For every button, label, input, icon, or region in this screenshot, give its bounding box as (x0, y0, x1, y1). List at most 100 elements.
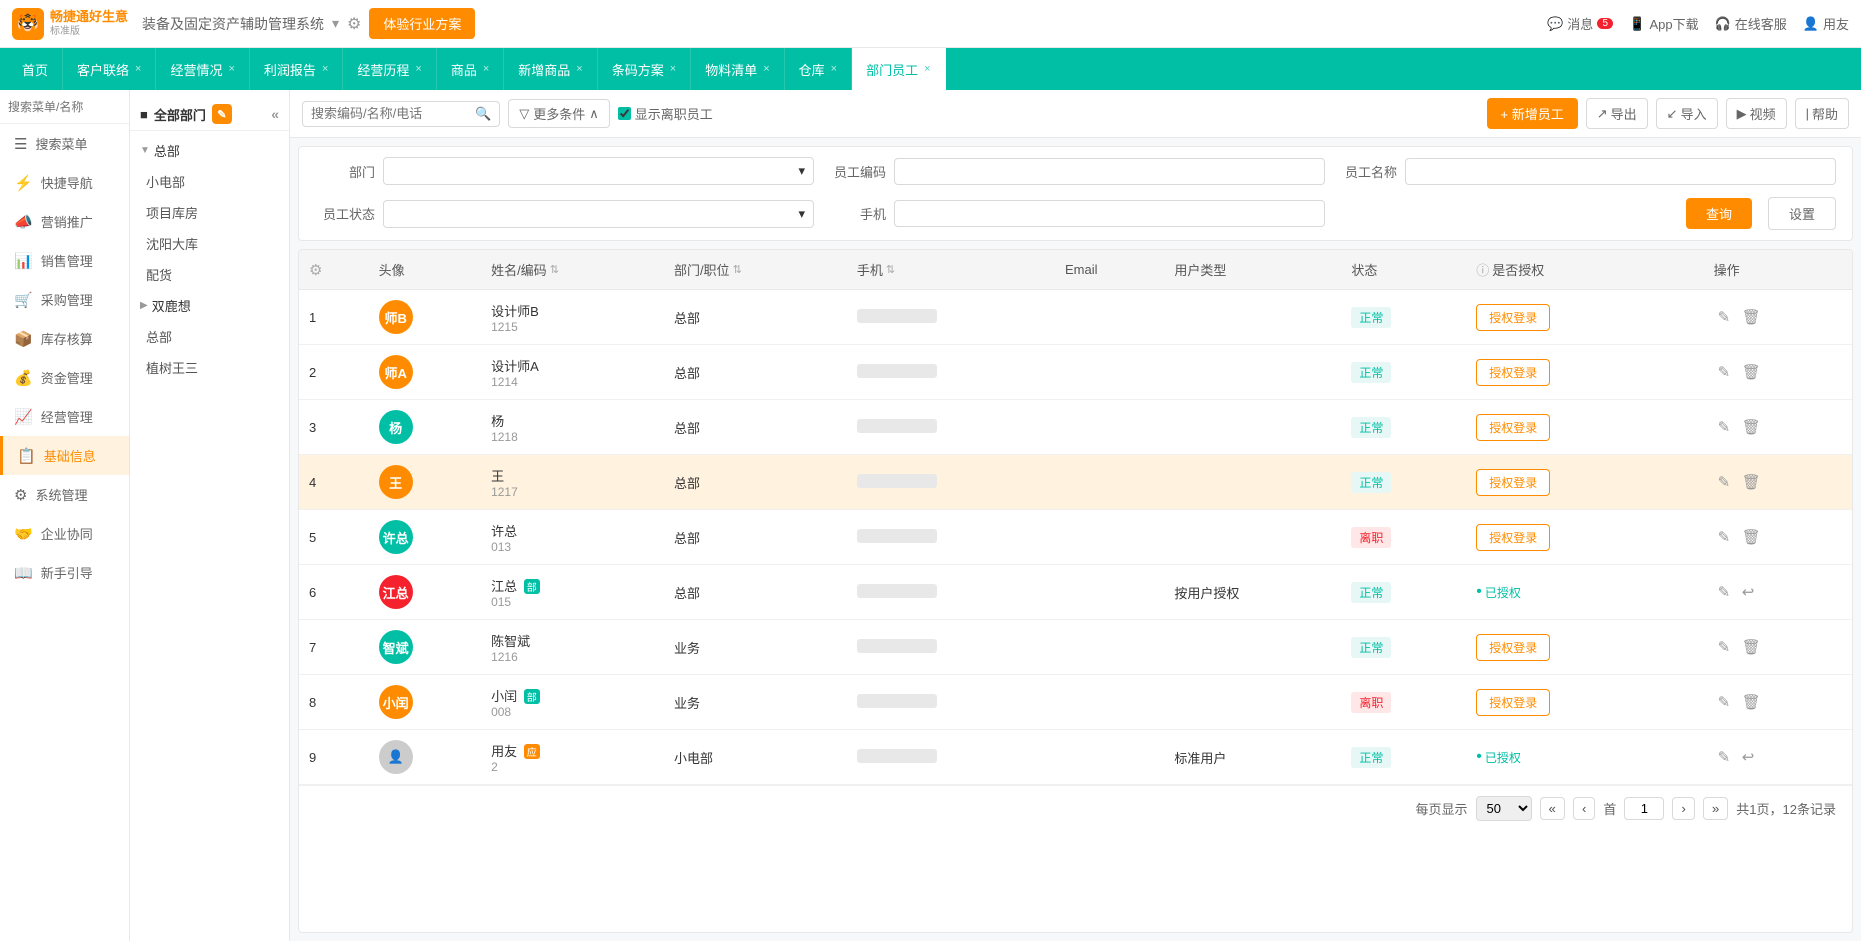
search-submit-icon[interactable]: 🔍 (475, 106, 491, 122)
sidebar-search-input[interactable] (8, 100, 130, 114)
edit-btn[interactable]: ✎ (1714, 362, 1735, 383)
export-button[interactable]: ↗ 导出 (1586, 98, 1648, 129)
nav-tab-goods[interactable]: 商品 × (437, 48, 504, 90)
auth-login-btn[interactable]: 授权登录 (1476, 469, 1550, 496)
edit-btn[interactable]: ✎ (1714, 747, 1735, 768)
auth-login-btn[interactable]: 授权登录 (1476, 634, 1550, 661)
nav-tab-home[interactable]: 首页 (8, 48, 63, 90)
gear-icon[interactable]: ⚙ (347, 14, 361, 34)
show-resigned-checkbox[interactable] (618, 107, 631, 120)
add-employee-button[interactable]: + 新增员工 (1487, 98, 1578, 129)
import-button[interactable]: ↙ 导入 (1656, 98, 1718, 129)
filter-dept-select[interactable]: ▾ (383, 157, 814, 185)
delete-btn[interactable]: 🗑 (1738, 637, 1765, 658)
delete-btn[interactable]: 🗑 (1738, 307, 1765, 328)
next-page-btn[interactable]: › (1672, 797, 1694, 820)
auth-login-btn[interactable]: 授权登录 (1476, 304, 1550, 331)
sidebar-item-basic[interactable]: 📋 基础信息 (0, 436, 129, 475)
message-action[interactable]: 💬 消息 5 (1547, 14, 1613, 33)
edit-btn[interactable]: ✎ (1714, 527, 1735, 548)
search-input[interactable] (311, 106, 471, 121)
auth-login-btn[interactable]: 授权登录 (1476, 359, 1550, 386)
sidebar-item-system[interactable]: ⚙ 系统管理 (0, 475, 129, 514)
delete-btn[interactable]: 🗑 (1738, 362, 1765, 383)
auth-login-btn[interactable]: 授权登录 (1476, 689, 1550, 716)
avatar: 江总 (379, 575, 413, 609)
nav-tab-customer[interactable]: 客户联络 × (63, 48, 156, 90)
video-button[interactable]: ▶ 视频 (1726, 98, 1787, 129)
sidebar-item-search[interactable]: ☰ 搜索菜单 (0, 124, 129, 163)
nav-tab-barcode[interactable]: 条码方案 × (598, 48, 691, 90)
nav-tab-new-goods[interactable]: 新增商品 × (504, 48, 597, 90)
dept-group-双鹿想[interactable]: ▶ 双鹿想 (130, 290, 289, 321)
first-page-btn[interactable]: « (1540, 797, 1565, 820)
sidebar-item-shortcut[interactable]: ⚡ 快捷导航 (0, 163, 129, 202)
filter-code-input[interactable] (894, 158, 1325, 185)
edit-btn[interactable]: ✎ (1714, 417, 1735, 438)
online-service-action[interactable]: 🎧 在线客服 (1715, 14, 1787, 33)
sidebar-item-sales[interactable]: 📊 销售管理 (0, 241, 129, 280)
row-avatar: 许总 (369, 510, 481, 565)
delete-btn[interactable]: 🗑 (1738, 472, 1765, 493)
filter-status-select[interactable]: ▾ (383, 200, 814, 228)
dropdown-icon[interactable]: ▾ (332, 15, 339, 32)
sort-phone-icon[interactable]: ⇅ (886, 263, 895, 276)
dept-group-总部[interactable]: ▼ 总部 (130, 135, 289, 166)
app-download-action[interactable]: 📱 App下载 (1629, 14, 1698, 33)
sidebar-item-mgmt[interactable]: 📈 经营管理 (0, 397, 129, 436)
sidebar-item-collab[interactable]: 🤝 企业协同 (0, 514, 129, 553)
nav-tab-bom[interactable]: 物料清单 × (691, 48, 784, 90)
prev-page-btn[interactable]: ‹ (1573, 797, 1595, 820)
edit-btn[interactable]: ✎ (1714, 472, 1735, 493)
dept-item-配货[interactable]: 配货 (130, 259, 289, 290)
dept-item-植树王三[interactable]: 植树王三 (130, 352, 289, 383)
dept-item-电部[interactable]: 小电部 (130, 166, 289, 197)
auth-login-btn[interactable]: 授权登录 (1476, 524, 1550, 551)
edit-btn[interactable]: ✎ (1714, 692, 1735, 713)
sort-dept-icon[interactable]: ⇅ (733, 263, 742, 276)
settings-icon[interactable]: ⚙ (309, 262, 322, 279)
help-button[interactable]: | 帮助 (1795, 98, 1849, 129)
sort-name-icon[interactable]: ⇅ (550, 263, 559, 276)
sidebar-marketing-icon: 📣 (14, 213, 33, 231)
filter-name-input[interactable] (1405, 158, 1836, 185)
delete-btn[interactable]: 🗑 (1738, 527, 1765, 548)
dept-item-总部[interactable]: 总部 (130, 321, 289, 352)
auth-login-btn[interactable]: 授权登录 (1476, 414, 1550, 441)
delete-btn[interactable]: ↩ (1738, 747, 1759, 768)
edit-btn[interactable]: ✎ (1714, 637, 1735, 658)
dept-item-沈阳大库[interactable]: 沈阳大库 (130, 228, 289, 259)
dept-item-项目库房[interactable]: 项目库房 (130, 197, 289, 228)
auth-info-icon[interactable]: ⓘ (1476, 260, 1489, 279)
last-page-btn[interactable]: » (1703, 797, 1728, 820)
nav-tab-operation[interactable]: 经营情况 × (156, 48, 249, 90)
row-name-code: 小闰 部 008 (481, 675, 664, 730)
sidebar-item-guide[interactable]: 📖 新手引导 (0, 553, 129, 592)
nav-tab-profit[interactable]: 利润报告 × (250, 48, 343, 90)
edit-btn[interactable]: ✎ (1714, 307, 1735, 328)
query-button[interactable]: 查询 (1686, 198, 1752, 229)
nav-tab-warehouse[interactable]: 仓库 × (785, 48, 852, 90)
set-button[interactable]: 设置 (1768, 197, 1836, 230)
nav-tab-dept[interactable]: 部门员工 × (852, 48, 945, 90)
sidebar-search[interactable]: 🔍 (0, 90, 129, 124)
dept-collapse-icon[interactable]: « (271, 106, 279, 122)
th-settings[interactable]: ⚙ (299, 250, 369, 290)
delete-btn[interactable]: 🗑 (1738, 692, 1765, 713)
show-resigned-label[interactable]: 显示离职员工 (618, 104, 713, 123)
delete-btn[interactable]: ↩ (1738, 582, 1759, 603)
filter-phone-input[interactable] (894, 200, 1325, 227)
dept-edit-btn[interactable]: ✎ (212, 104, 232, 124)
delete-btn[interactable]: 🗑 (1738, 417, 1765, 438)
nav-tab-history[interactable]: 经营历程 × (343, 48, 436, 90)
user-action[interactable]: 👤 用友 (1803, 14, 1849, 33)
page-size-select[interactable]: 50 100 (1476, 796, 1532, 821)
more-conditions-btn[interactable]: ▽ 更多条件 ∧ (508, 99, 610, 128)
sidebar-item-finance[interactable]: 💰 资金管理 (0, 358, 129, 397)
edit-btn[interactable]: ✎ (1714, 582, 1735, 603)
sidebar-item-marketing[interactable]: 📣 营销推广 (0, 202, 129, 241)
sidebar-item-purchase[interactable]: 🛒 采购管理 (0, 280, 129, 319)
trial-button[interactable]: 体验行业方案 (369, 8, 475, 39)
sidebar-item-inventory[interactable]: 📦 库存核算 (0, 319, 129, 358)
page-input[interactable] (1624, 797, 1664, 820)
